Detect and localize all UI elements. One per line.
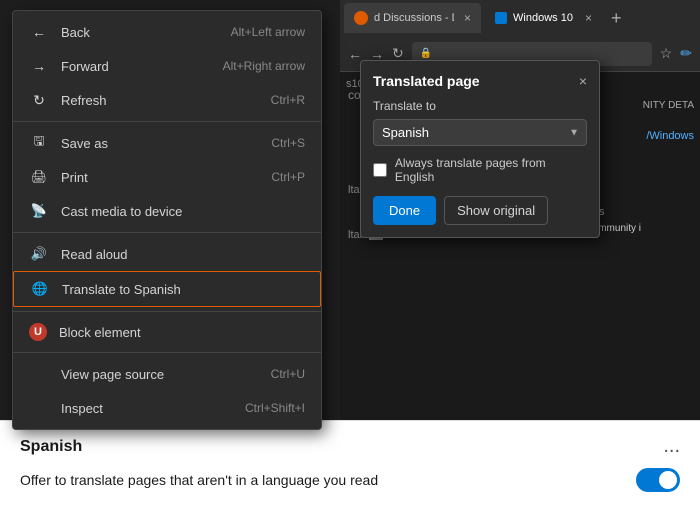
menu-label-translate: Translate to Spanish bbox=[62, 282, 292, 297]
dialog-title: Translated page bbox=[373, 73, 480, 89]
shortcut-view-source: Ctrl+U bbox=[271, 367, 305, 381]
divider-4 bbox=[13, 352, 321, 353]
tab-close-2[interactable]: × bbox=[585, 11, 592, 25]
translate-icon: 🌐 bbox=[30, 279, 50, 299]
divider-2 bbox=[13, 232, 321, 233]
menu-label-cast: Cast media to device bbox=[61, 204, 293, 219]
dialog-buttons: Done Show original bbox=[373, 196, 587, 225]
inspect-icon bbox=[29, 398, 49, 418]
tab-discussions[interactable]: d Discussions - Dis... × bbox=[344, 3, 481, 33]
shortcut-back: Alt+Left arrow bbox=[231, 25, 305, 39]
always-translate-row: Always translate pages from English bbox=[373, 156, 587, 184]
menu-label-print: Print bbox=[61, 170, 259, 185]
menu-item-forward[interactable]: → Forward Alt+Right arrow bbox=[13, 49, 321, 83]
menu-item-view-source[interactable]: View page source Ctrl+U bbox=[13, 357, 321, 391]
menu-item-block[interactable]: U Block element bbox=[13, 316, 321, 348]
view-source-icon bbox=[29, 364, 49, 384]
always-translate-checkbox[interactable] bbox=[373, 163, 387, 177]
shortcut-print: Ctrl+P bbox=[271, 170, 305, 184]
divider-1 bbox=[13, 121, 321, 122]
menu-label-save-as: Save as bbox=[61, 136, 259, 151]
save-icon: 🖫 bbox=[29, 133, 49, 153]
translation-dialog: Translated page × Translate to Spanish ▼… bbox=[360, 60, 600, 238]
tab-label-2: Windows 10 bbox=[513, 12, 573, 24]
menu-item-cast[interactable]: 📡 Cast media to device bbox=[13, 194, 321, 228]
menu-item-translate[interactable]: 🌐 Translate to Spanish bbox=[13, 271, 321, 307]
bottom-bar-row: Offer to translate pages that aren't in … bbox=[20, 468, 680, 492]
print-icon: 🖨 bbox=[29, 167, 49, 187]
toggle-knob bbox=[659, 471, 677, 489]
translate-to-label: Translate to bbox=[373, 99, 587, 113]
dialog-close-button[interactable]: × bbox=[579, 73, 587, 89]
tab-favicon-1 bbox=[354, 11, 368, 25]
offer-translate-text: Offer to translate pages that aren't in … bbox=[20, 472, 378, 488]
windows-link[interactable]: /Windows bbox=[646, 130, 698, 142]
read-aloud-icon: 🔊 bbox=[29, 244, 49, 264]
new-tab-button[interactable]: + bbox=[611, 8, 622, 29]
menu-item-save-as[interactable]: 🖫 Save as Ctrl+S bbox=[13, 126, 321, 160]
nav-back-icon[interactable]: ← bbox=[348, 46, 362, 62]
refresh-icon: ↻ bbox=[29, 90, 49, 110]
tab-label-1: d Discussions - Dis... bbox=[374, 12, 454, 24]
shortcut-save-as: Ctrl+S bbox=[271, 136, 305, 150]
language-select-wrapper: Spanish ▼ bbox=[373, 119, 587, 146]
unity-detail: NITY DETA bbox=[598, 100, 698, 111]
menu-label-block: Block element bbox=[59, 325, 293, 340]
context-menu: ← Back Alt+Left arrow → Forward Alt+Righ… bbox=[12, 10, 322, 430]
forward-icon: → bbox=[29, 56, 49, 76]
menu-label-forward: Forward bbox=[61, 59, 211, 74]
back-icon: ← bbox=[29, 22, 49, 42]
menu-item-back[interactable]: ← Back Alt+Left arrow bbox=[13, 15, 321, 49]
tab-bar: d Discussions - Dis... × Windows 10 × + bbox=[340, 0, 700, 36]
menu-item-refresh[interactable]: ↻ Refresh Ctrl+R bbox=[13, 83, 321, 117]
menu-label-back: Back bbox=[61, 25, 219, 40]
divider-3 bbox=[13, 311, 321, 312]
menu-item-inspect[interactable]: Inspect Ctrl+Shift+I bbox=[13, 391, 321, 425]
menu-label-view-source: View page source bbox=[61, 367, 259, 382]
translate-toggle[interactable] bbox=[636, 468, 680, 492]
menu-label-read-aloud: Read aloud bbox=[61, 247, 293, 262]
menu-label-inspect: Inspect bbox=[61, 401, 233, 416]
menu-item-read-aloud[interactable]: 🔊 Read aloud bbox=[13, 237, 321, 271]
menu-label-refresh: Refresh bbox=[61, 93, 259, 108]
block-icon: U bbox=[29, 323, 47, 341]
star-icon[interactable]: ☆ bbox=[660, 45, 673, 62]
cast-icon: 📡 bbox=[29, 201, 49, 221]
bottom-bar-title: Spanish bbox=[20, 438, 82, 456]
menu-item-print[interactable]: 🖨 Print Ctrl+P bbox=[13, 160, 321, 194]
language-select[interactable]: Spanish bbox=[373, 119, 587, 146]
bottom-bar: Spanish ... Offer to translate pages tha… bbox=[0, 420, 700, 524]
shortcut-refresh: Ctrl+R bbox=[271, 93, 305, 107]
tab-favicon-2 bbox=[495, 12, 507, 24]
always-translate-label: Always translate pages from English bbox=[395, 156, 587, 184]
tab-close-1[interactable]: × bbox=[464, 11, 471, 25]
pencil-icon[interactable]: ✏ bbox=[680, 45, 692, 62]
dialog-header: Translated page × bbox=[373, 73, 587, 89]
tab-windows10[interactable]: Windows 10 × bbox=[485, 3, 605, 33]
done-button[interactable]: Done bbox=[373, 196, 436, 225]
bottom-bar-more-button[interactable]: ... bbox=[663, 435, 680, 458]
show-original-button[interactable]: Show original bbox=[444, 196, 548, 225]
shortcut-forward: Alt+Right arrow bbox=[223, 59, 305, 73]
bottom-bar-header: Spanish ... bbox=[20, 435, 680, 458]
shortcut-inspect: Ctrl+Shift+I bbox=[245, 401, 305, 415]
toolbar-icons: ☆ ✏ bbox=[660, 45, 692, 62]
